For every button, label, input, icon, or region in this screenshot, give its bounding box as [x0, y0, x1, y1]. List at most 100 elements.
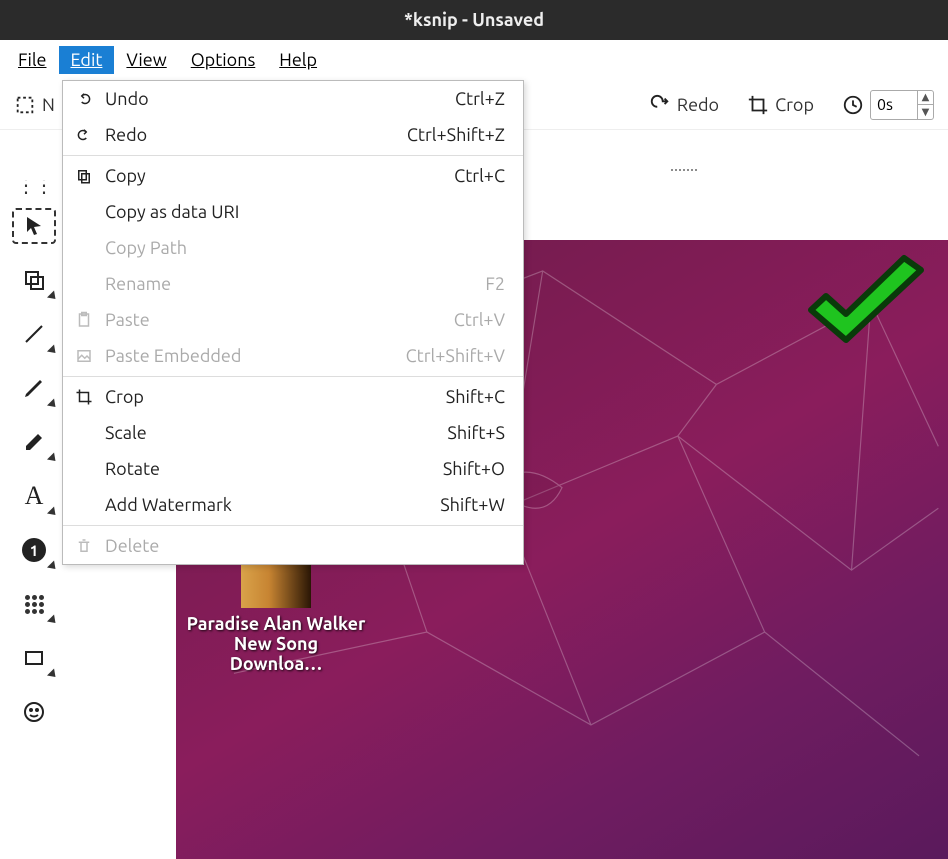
- menu-item-copy[interactable]: Copy Ctrl+C: [63, 158, 523, 194]
- menu-item-paste-embedded: Paste Embedded Ctrl+Shift+V: [63, 338, 523, 374]
- copy-icon: [73, 167, 95, 185]
- menu-item-label: Add Watermark: [105, 495, 430, 515]
- redo-icon: [649, 94, 671, 116]
- menu-item-label: Copy Path: [105, 238, 495, 258]
- checkmark-annotation[interactable]: [796, 250, 936, 364]
- palette-grip-icon: ⋮⋮: [16, 180, 52, 190]
- text-tool[interactable]: A: [12, 478, 56, 514]
- menu-item-shortcut: Shift+W: [440, 495, 505, 515]
- menu-item-label: Paste Embedded: [105, 346, 396, 366]
- menu-item-delete: Delete: [63, 528, 523, 564]
- menu-item-rotate[interactable]: Rotate Shift+O: [63, 451, 523, 487]
- menu-item-shortcut: Ctrl+Shift+V: [406, 346, 505, 366]
- menu-item-label: Undo: [105, 89, 445, 109]
- delay-up-icon[interactable]: ▲: [918, 91, 933, 105]
- menu-item-shortcut: Ctrl+C: [454, 166, 505, 186]
- image-icon: [73, 347, 95, 365]
- menu-item-shortcut: Ctrl+Shift+Z: [407, 125, 505, 145]
- menu-item-rename: Rename F2: [63, 266, 523, 302]
- submenu-indicator-icon: [47, 668, 59, 680]
- sticker-tool[interactable]: [12, 694, 56, 730]
- menu-item-shortcut: Shift+S: [447, 423, 505, 443]
- menu-separator: [63, 525, 523, 526]
- window-titlebar: *ksnip - Unsaved: [0, 0, 948, 40]
- menu-item-label: Rotate: [105, 459, 433, 479]
- marker-tool[interactable]: [12, 424, 56, 460]
- trash-icon: [73, 537, 95, 555]
- menu-item-label: Delete: [105, 536, 495, 556]
- smiley-icon: [22, 700, 46, 724]
- menu-item-copy-path: Copy Path: [63, 230, 523, 266]
- submenu-indicator-icon: [47, 506, 59, 518]
- rectangle-icon: [22, 646, 46, 670]
- marker-icon: [22, 430, 46, 454]
- blur-grid-icon: [25, 595, 44, 614]
- file-label: Paradise Alan Walker New Song Downloa…: [186, 614, 366, 674]
- new-capture-button[interactable]: N: [8, 90, 61, 120]
- menubar: File Edit View Options Help: [0, 40, 948, 80]
- menu-item-label: Copy: [105, 166, 444, 186]
- submenu-indicator-icon: [47, 344, 59, 356]
- new-capture-label: N: [42, 95, 55, 115]
- checkmark-icon: [796, 250, 936, 360]
- delay-spinbox[interactable]: ▲ ▼: [870, 90, 934, 120]
- edit-dropdown-menu: Undo Ctrl+Z Redo Ctrl+Shift+Z Copy Ctrl+…: [62, 80, 524, 565]
- menu-item-label: Paste: [105, 310, 444, 330]
- duplicate-tool[interactable]: [12, 262, 56, 298]
- menu-file[interactable]: File: [6, 46, 59, 74]
- menu-item-crop[interactable]: Crop Shift+C: [63, 379, 523, 415]
- menu-view[interactable]: View: [114, 46, 178, 74]
- menu-item-shortcut: Ctrl+V: [454, 310, 505, 330]
- menu-edit[interactable]: Edit: [59, 46, 115, 74]
- undo-icon: [73, 90, 95, 108]
- crop-button[interactable]: Crop: [741, 90, 820, 120]
- menu-help[interactable]: Help: [267, 46, 329, 74]
- crop-icon: [73, 388, 95, 406]
- window-title: *ksnip - Unsaved: [404, 10, 544, 30]
- menu-separator: [63, 155, 523, 156]
- submenu-indicator-icon: [47, 614, 59, 626]
- number-tool[interactable]: 1: [12, 532, 56, 568]
- submenu-indicator-icon: [47, 560, 59, 572]
- menu-item-scale[interactable]: Scale Shift+S: [63, 415, 523, 451]
- pen-tool[interactable]: [12, 370, 56, 406]
- crop-region-icon: [14, 94, 36, 116]
- submenu-indicator-icon: [47, 398, 59, 410]
- delay-down-icon[interactable]: ▼: [918, 105, 933, 119]
- redo-icon: [73, 126, 95, 144]
- crop-label: Crop: [775, 95, 814, 115]
- menu-options[interactable]: Options: [179, 46, 268, 74]
- delay-control: ▲ ▼: [836, 86, 940, 124]
- menu-item-shortcut: Ctrl+Z: [455, 89, 505, 109]
- menu-item-label: Copy as data URI: [105, 202, 495, 222]
- line-tool[interactable]: [12, 316, 56, 352]
- menu-item-shortcut: F2: [485, 274, 505, 294]
- redo-label: Redo: [677, 95, 719, 115]
- menu-item-label: Scale: [105, 423, 437, 443]
- delay-input[interactable]: [871, 96, 917, 114]
- menu-item-copy-data-uri[interactable]: Copy as data URI: [63, 194, 523, 230]
- rectangle-tool[interactable]: [12, 640, 56, 676]
- duplicate-icon: [22, 268, 46, 292]
- menu-item-label: Rename: [105, 274, 475, 294]
- cursor-icon: [22, 214, 46, 238]
- delay-spin-arrows[interactable]: ▲ ▼: [917, 91, 933, 119]
- tool-palette: ⋮⋮ A 1: [0, 180, 68, 859]
- pencil-icon: [22, 376, 46, 400]
- number-badge-icon: 1: [22, 538, 46, 562]
- menu-item-shortcut: Shift+C: [446, 387, 505, 407]
- redo-button[interactable]: Redo: [643, 90, 725, 120]
- menu-item-watermark[interactable]: Add Watermark Shift+W: [63, 487, 523, 523]
- menu-item-undo[interactable]: Undo Ctrl+Z: [63, 81, 523, 117]
- text-a-icon: A: [25, 481, 44, 511]
- paste-icon: [73, 311, 95, 329]
- blur-tool[interactable]: [12, 586, 56, 622]
- submenu-indicator-icon: [47, 452, 59, 464]
- submenu-indicator-icon: [47, 290, 59, 302]
- clock-icon: [842, 94, 864, 116]
- menu-item-redo[interactable]: Redo Ctrl+Shift+Z: [63, 117, 523, 153]
- menu-item-shortcut: Shift+O: [443, 459, 505, 479]
- select-tool[interactable]: [12, 208, 56, 244]
- menu-item-label: Crop: [105, 387, 436, 407]
- menu-item-label: Redo: [105, 125, 397, 145]
